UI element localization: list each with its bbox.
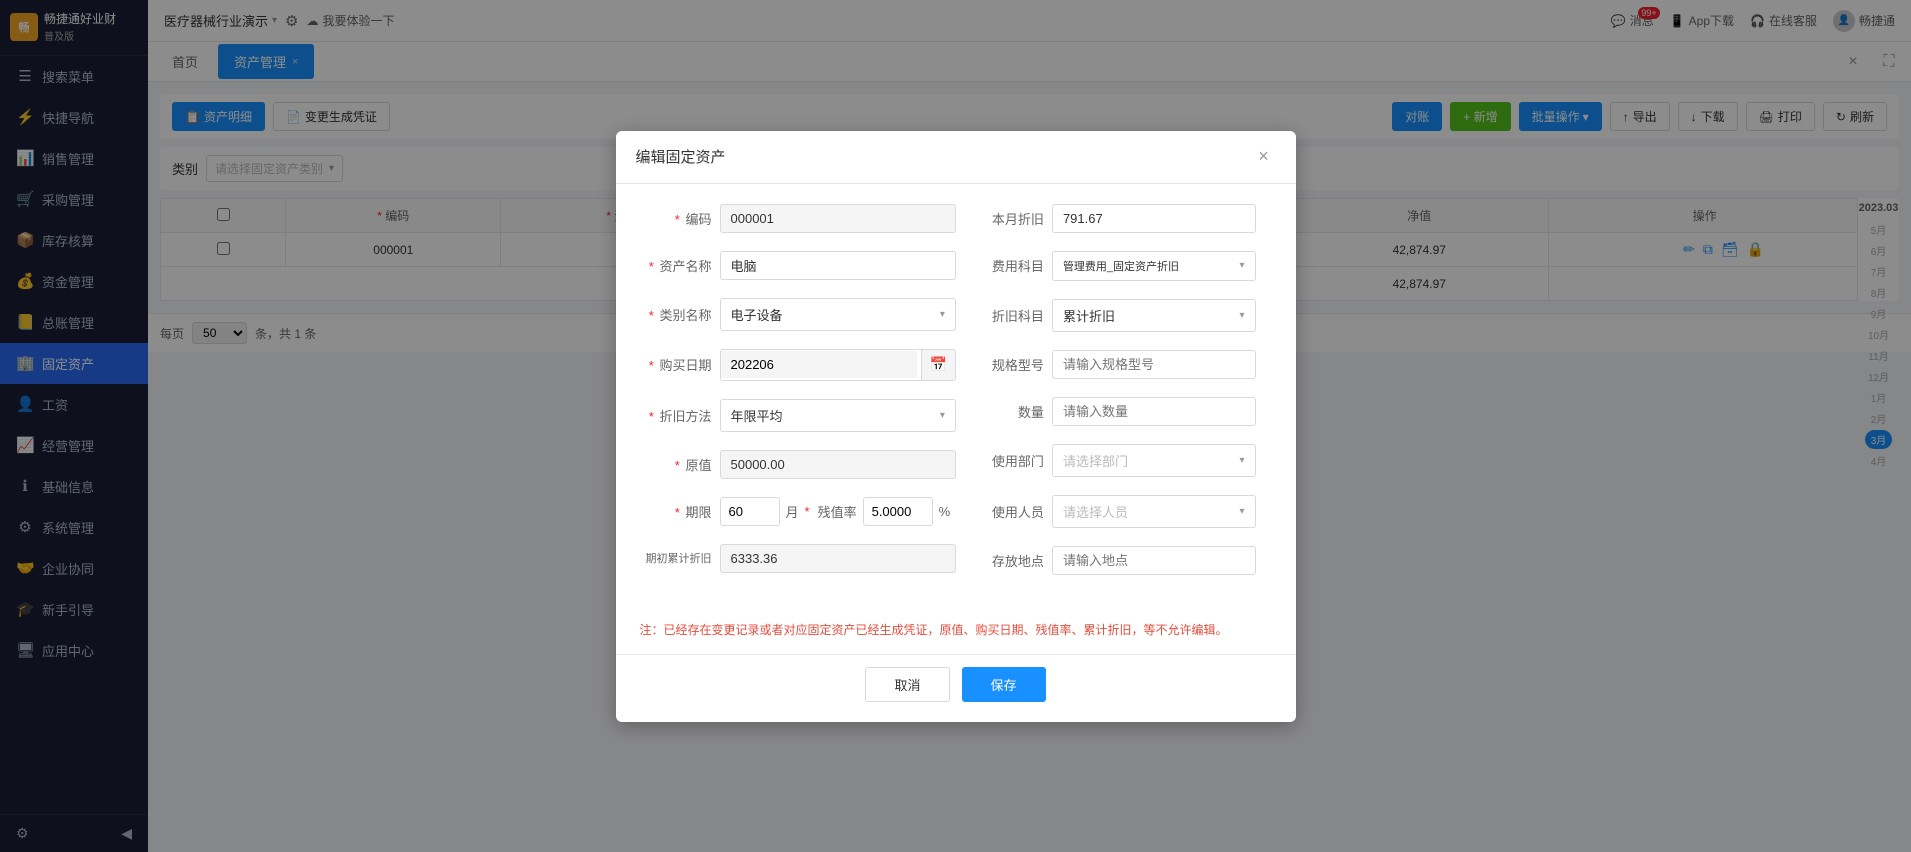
department-placeholder: 请选择部门 [1063,451,1128,470]
modal-form: * 编码 * 资产名称 [640,204,1272,593]
period-input[interactable] [720,497,780,526]
quantity-input[interactable] [1052,397,1256,426]
modal-overlay[interactable]: 编辑固定资产 × * 编码 [0,0,1911,852]
purchase-date-input-container: 📅 [720,349,956,381]
modal-body: * 编码 * 资产名称 [616,184,1296,613]
location-label: 存放地点 [972,551,1052,570]
original-value-label: * 原值 [640,455,720,474]
form-row-user: 使用人员 请选择人员 ▾ [972,495,1272,528]
user-arrow-icon: ▾ [1239,506,1244,517]
residual-rate-label: 残值率 [818,502,857,521]
period-inline: 月 * 残值率 % [720,497,956,526]
cancel-button[interactable]: 取消 [865,667,949,702]
location-input[interactable] [1052,546,1256,575]
initial-accumulated-label: 期初累计折旧 [640,550,720,566]
depreciation-method-value: 年限平均 [731,406,783,425]
period-label: * 期限 [640,502,720,521]
monthly-depreciation-label: 本月折旧 [972,209,1052,228]
department-label: 使用部门 [972,451,1052,470]
category-select-arrow-icon: ▾ [940,309,945,320]
form-row-depreciation-account: 折旧科目 累计折旧 ▾ [972,299,1272,332]
form-row-code: * 编码 [640,204,972,233]
monthly-depreciation-input[interactable] [1052,204,1256,233]
model-input[interactable] [1052,350,1256,379]
form-row-location: 存放地点 [972,546,1272,575]
form-row-original-value: * 原值 [640,450,972,479]
form-row-category: * 类别名称 电子设备 ▾ [640,298,972,331]
residual-unit: % [939,504,951,519]
original-value-input[interactable] [720,450,956,479]
user-placeholder: 请选择人员 [1063,502,1128,521]
model-label: 规格型号 [972,355,1052,374]
form-row-quantity: 数量 [972,397,1272,426]
modal-footer: 取消 保存 [616,654,1296,722]
depreciation-account-value: 累计折旧 [1063,306,1115,325]
modal-header: 编辑固定资产 × [616,131,1296,184]
code-label: * 编码 [640,209,720,228]
save-button[interactable]: 保存 [962,667,1046,702]
form-row-department: 使用部门 请选择部门 ▾ [972,444,1272,477]
category-select[interactable]: 电子设备 ▾ [720,298,956,331]
asset-name-label: * 资产名称 [640,256,720,275]
modal-close-button[interactable]: × [1252,145,1276,169]
expense-account-select[interactable]: 管理费用_固定资产折旧 ▾ [1052,251,1256,281]
expense-account-value: 管理费用_固定资产折旧 [1063,258,1179,274]
edit-asset-modal: 编辑固定资产 × * 编码 [616,131,1296,722]
purchase-date-input[interactable] [721,351,917,378]
depreciation-account-arrow-icon: ▾ [1239,310,1244,321]
depreciation-method-arrow-icon: ▾ [940,410,945,421]
depreciation-account-label: 折旧科目 [972,306,1052,325]
form-row-purchase-date: * 购买日期 📅 [640,349,972,381]
asset-name-input[interactable] [720,251,956,280]
depreciation-account-select[interactable]: 累计折旧 ▾ [1052,299,1256,332]
purchase-date-label: * 购买日期 [640,355,720,374]
user-label: 使用人员 [972,502,1052,521]
department-arrow-icon: ▾ [1239,455,1244,466]
form-row-model: 规格型号 [972,350,1272,379]
initial-accumulated-input[interactable] [720,544,956,573]
form-row-monthly-depreciation: 本月折旧 [972,204,1272,233]
calendar-icon[interactable]: 📅 [921,350,955,380]
depreciation-method-select[interactable]: 年限平均 ▾ [720,399,956,432]
modal-form-right: 本月折旧 费用科目 管理费用_固定资产折旧 ▾ 折旧科目 [972,204,1272,593]
category-name-label: * 类别名称 [640,305,720,324]
department-select[interactable]: 请选择部门 ▾ [1052,444,1256,477]
expense-account-arrow-icon: ▾ [1239,260,1244,271]
expense-account-label: 费用科目 [972,256,1052,275]
modal-form-left: * 编码 * 资产名称 [640,204,972,593]
modal-title: 编辑固定资产 [636,146,726,167]
residual-required-star: * [805,504,810,519]
code-input[interactable] [720,204,956,233]
form-row-period: * 期限 月 * 残值率 % [640,497,972,526]
form-row-asset-name: * 资产名称 [640,251,972,280]
modal-note: 注：已经存在变更记录或者对应固定资产已经生成凭证，原值、购买日期、残值率、累计折… [616,613,1296,654]
residual-rate-input[interactable] [863,497,933,526]
form-row-expense-account: 费用科目 管理费用_固定资产折旧 ▾ [972,251,1272,281]
category-value: 电子设备 [731,305,783,324]
form-row-initial-accumulated: 期初累计折旧 [640,544,972,573]
depreciation-method-label: * 折旧方法 [640,406,720,425]
form-row-depreciation-method: * 折旧方法 年限平均 ▾ [640,399,972,432]
user-select[interactable]: 请选择人员 ▾ [1052,495,1256,528]
period-unit: 月 [786,502,799,521]
quantity-label: 数量 [972,402,1052,421]
